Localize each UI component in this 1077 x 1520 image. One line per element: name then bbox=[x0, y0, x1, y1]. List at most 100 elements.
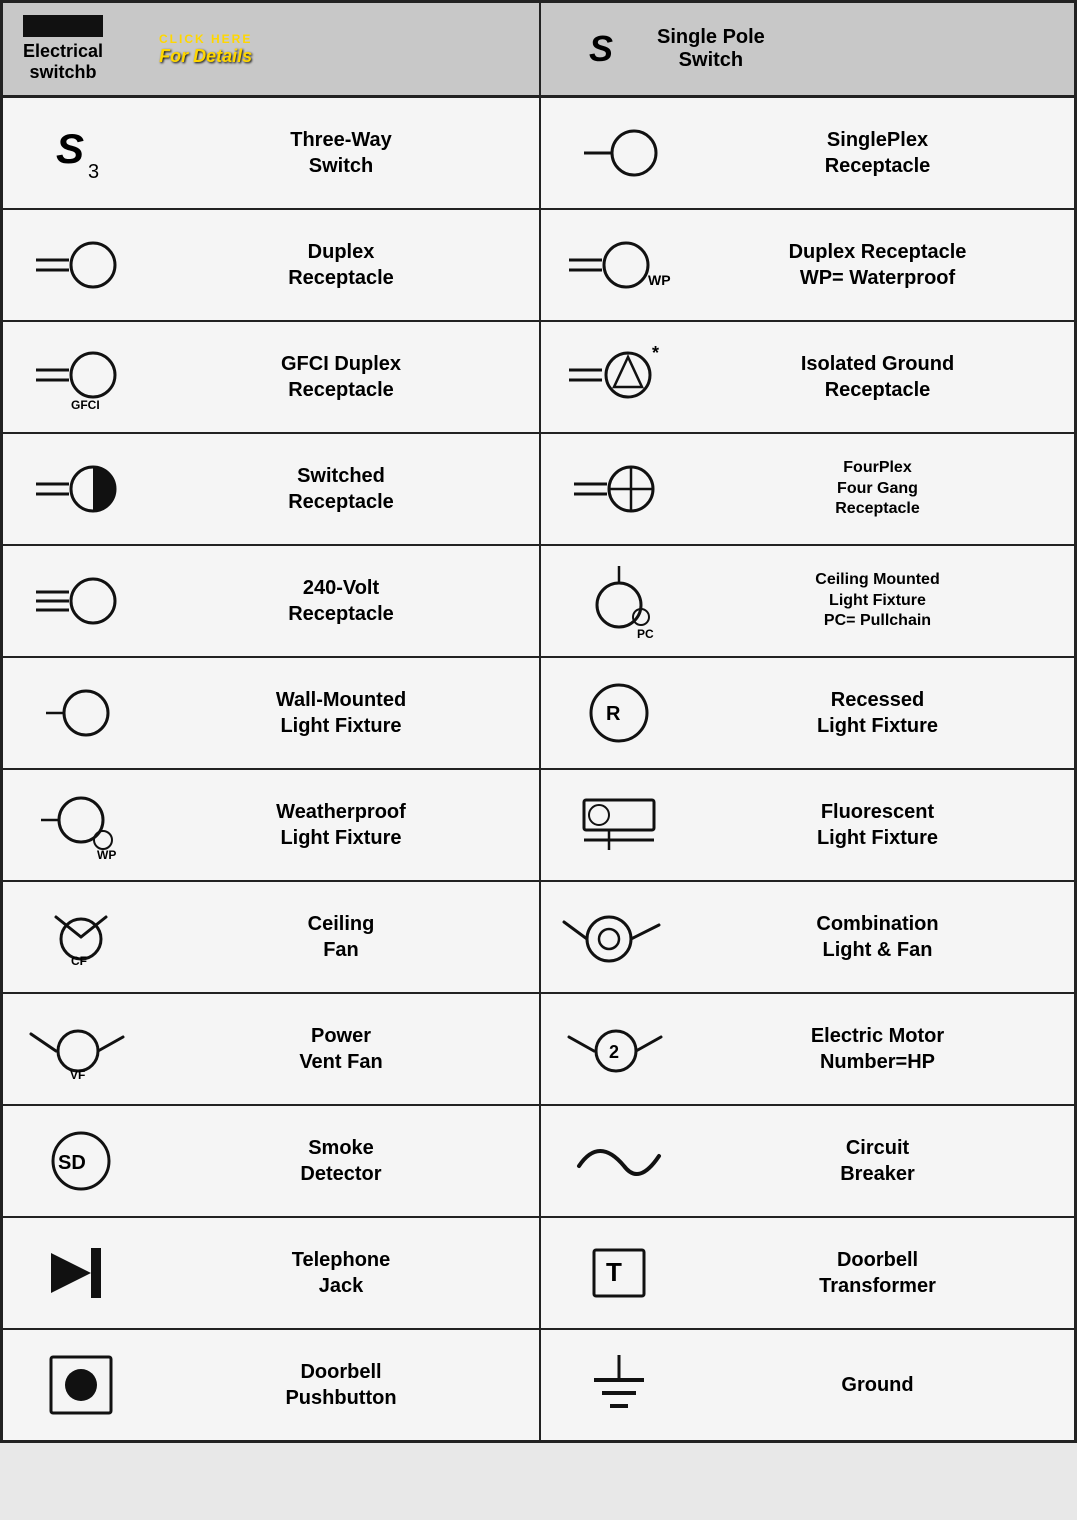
row-switched: SwitchedReceptacle FourPlexFour GangRece… bbox=[3, 434, 1074, 546]
symbol-combo-light-fan bbox=[549, 897, 689, 977]
symbol-wall-mounted bbox=[11, 678, 151, 748]
electrical-symbols-table: Electricalswitchb CLICK HERE For Details… bbox=[0, 0, 1077, 1443]
label-duplex-wp: Duplex ReceptacleWP= Waterproof bbox=[689, 239, 1066, 291]
cell-singleplex-receptacle: SinglePlexReceptacle bbox=[541, 98, 1074, 208]
cell-electric-motor: 2 Electric MotorNumber=HP bbox=[541, 994, 1074, 1104]
symbol-doorbell-transformer: T bbox=[549, 1238, 689, 1308]
row-three-way-switch: S 3 Three-WaySwitch SinglePlexReceptacle bbox=[3, 98, 1074, 210]
label-switched-receptacle: SwitchedReceptacle bbox=[151, 463, 531, 515]
label-smoke-detector: SmokeDetector bbox=[151, 1135, 531, 1187]
symbol-gfci: GFCI bbox=[11, 337, 151, 417]
cell-ceiling-fan: CF CeilingFan bbox=[3, 882, 541, 992]
header-right: S Single PoleSwitch bbox=[541, 3, 1074, 95]
cell-weatherproof: WP WeatherproofLight Fixture bbox=[3, 770, 541, 880]
row-wall-mounted: Wall-MountedLight Fixture R RecessedLigh… bbox=[3, 658, 1074, 770]
label-240volt: 240-VoltReceptacle bbox=[151, 575, 531, 627]
label-fluorescent: FluorescentLight Fixture bbox=[689, 799, 1066, 851]
cell-three-way-switch: S 3 Three-WaySwitch bbox=[3, 98, 541, 208]
cell-240volt: 240-VoltReceptacle bbox=[3, 546, 541, 656]
symbol-ceiling-fan: CF bbox=[11, 897, 151, 977]
electrical-switchboard-icon bbox=[23, 15, 103, 37]
svg-text:T: T bbox=[606, 1257, 622, 1287]
cell-gfci: GFCI GFCI DuplexReceptacle bbox=[3, 322, 541, 432]
svg-text:*: * bbox=[652, 343, 659, 363]
symbol-duplex-receptacle bbox=[11, 230, 151, 300]
label-wall-mounted: Wall-MountedLight Fixture bbox=[151, 687, 531, 739]
label-power-vent: PowerVent Fan bbox=[151, 1023, 531, 1075]
header-left[interactable]: Electricalswitchb CLICK HERE For Details bbox=[3, 3, 541, 95]
symbol-telephone-jack bbox=[11, 1238, 151, 1308]
label-ground: Ground bbox=[689, 1372, 1066, 1398]
symbol-doorbell-pushbutton bbox=[11, 1345, 151, 1425]
symbol-electric-motor: 2 bbox=[549, 1009, 689, 1089]
svg-text:GFCI: GFCI bbox=[71, 398, 100, 412]
label-duplex-receptacle: DuplexReceptacle bbox=[151, 239, 531, 291]
svg-text:WP: WP bbox=[97, 848, 116, 862]
label-combo-light-fan: CombinationLight & Fan bbox=[689, 911, 1066, 963]
row-duplex: DuplexReceptacle WP Duplex ReceptacleWP=… bbox=[3, 210, 1074, 322]
cell-combo-light-fan: CombinationLight & Fan bbox=[541, 882, 1074, 992]
label-recessed: RecessedLight Fixture bbox=[689, 687, 1066, 739]
label-singleplex-receptacle: SinglePlexReceptacle bbox=[689, 127, 1066, 179]
svg-text:R: R bbox=[606, 703, 621, 725]
label-doorbell-pushbutton: DoorbellPushbutton bbox=[151, 1359, 531, 1411]
svg-text:CF: CF bbox=[71, 954, 87, 968]
symbol-fourplex bbox=[549, 454, 689, 524]
label-ceiling-fan: CeilingFan bbox=[151, 911, 531, 963]
cell-ceiling-mounted: PC Ceiling MountedLight FixturePC= Pullc… bbox=[541, 546, 1074, 656]
row-doorbell: DoorbellPushbutton Ground bbox=[3, 1330, 1074, 1440]
symbol-ground bbox=[549, 1345, 689, 1425]
symbol-isolated-ground: * bbox=[549, 337, 689, 417]
label-circuit-breaker: CircuitBreaker bbox=[689, 1135, 1066, 1187]
symbol-240volt bbox=[11, 566, 151, 636]
cell-duplex-wp: WP Duplex ReceptacleWP= Waterproof bbox=[541, 210, 1074, 320]
label-fourplex: FourPlexFour GangReceptacle bbox=[689, 458, 1066, 520]
row-gfci: GFCI GFCI DuplexReceptacle * Isolated Gr… bbox=[3, 322, 1074, 434]
svg-text:2: 2 bbox=[609, 1042, 619, 1062]
label-doorbell-transformer: DoorbellTransformer bbox=[689, 1247, 1066, 1299]
symbol-circuit-breaker bbox=[549, 1126, 689, 1196]
label-telephone-jack: TelephoneJack bbox=[151, 1247, 531, 1299]
header-left-text: Electricalswitchb bbox=[23, 41, 103, 83]
cell-wall-mounted: Wall-MountedLight Fixture bbox=[3, 658, 541, 768]
cell-smoke: SD SmokeDetector bbox=[3, 1106, 541, 1216]
label-three-way-switch: Three-WaySwitch bbox=[151, 127, 531, 179]
svg-text:WP: WP bbox=[648, 272, 671, 288]
label-ceiling-mounted: Ceiling MountedLight FixturePC= Pullchai… bbox=[689, 570, 1066, 632]
row-weatherproof: WP WeatherproofLight Fixture Fluorescent… bbox=[3, 770, 1074, 882]
label-gfci: GFCI DuplexReceptacle bbox=[151, 351, 531, 403]
cell-fluorescent: FluorescentLight Fixture bbox=[541, 770, 1074, 880]
row-240volt: 240-VoltReceptacle PC Ceiling MountedLig… bbox=[3, 546, 1074, 658]
symbol-recessed: R bbox=[549, 678, 689, 748]
row-power-vent: VF PowerVent Fan 2 Electric MotorNumber=… bbox=[3, 994, 1074, 1106]
svg-text:SD: SD bbox=[58, 1152, 86, 1174]
symbol-singleplex-receptacle bbox=[549, 118, 689, 188]
symbol-duplex-wp: WP bbox=[549, 230, 689, 300]
symbol-smoke-detector: SD bbox=[11, 1126, 151, 1196]
cell-isolated-ground: * Isolated GroundReceptacle bbox=[541, 322, 1074, 432]
row-telephone: TelephoneJack T DoorbellTransformer bbox=[3, 1218, 1074, 1330]
symbol-power-vent: VF bbox=[11, 1009, 151, 1089]
click-here-big-label: For Details bbox=[159, 46, 252, 67]
header-right-text: Single PoleSwitch bbox=[657, 26, 765, 72]
label-weatherproof: WeatherproofLight Fixture bbox=[151, 799, 531, 851]
click-here-small-label: CLICK HERE bbox=[159, 32, 252, 46]
cell-ground: Ground bbox=[541, 1330, 1074, 1440]
cell-doorbell-transformer: T DoorbellTransformer bbox=[541, 1218, 1074, 1328]
svg-text:PC: PC bbox=[637, 627, 654, 641]
symbol-fluorescent bbox=[549, 785, 689, 865]
cell-recessed: R RecessedLight Fixture bbox=[541, 658, 1074, 768]
svg-text:3: 3 bbox=[88, 161, 99, 183]
row-smoke: SD SmokeDetector CircuitBreaker bbox=[3, 1106, 1074, 1218]
symbol-switched-receptacle bbox=[11, 454, 151, 524]
cell-switched: SwitchedReceptacle bbox=[3, 434, 541, 544]
header-row: Electricalswitchb CLICK HERE For Details… bbox=[3, 3, 1074, 98]
cell-doorbell-pushbutton: DoorbellPushbutton bbox=[3, 1330, 541, 1440]
cell-circuit-breaker: CircuitBreaker bbox=[541, 1106, 1074, 1216]
symbol-weatherproof: WP bbox=[11, 785, 151, 865]
svg-text:S: S bbox=[56, 125, 84, 172]
cell-fourplex: FourPlexFour GangReceptacle bbox=[541, 434, 1074, 544]
cell-telephone-jack: TelephoneJack bbox=[3, 1218, 541, 1328]
single-pole-switch-icon: S bbox=[589, 28, 613, 70]
svg-text:VF: VF bbox=[70, 1068, 85, 1082]
